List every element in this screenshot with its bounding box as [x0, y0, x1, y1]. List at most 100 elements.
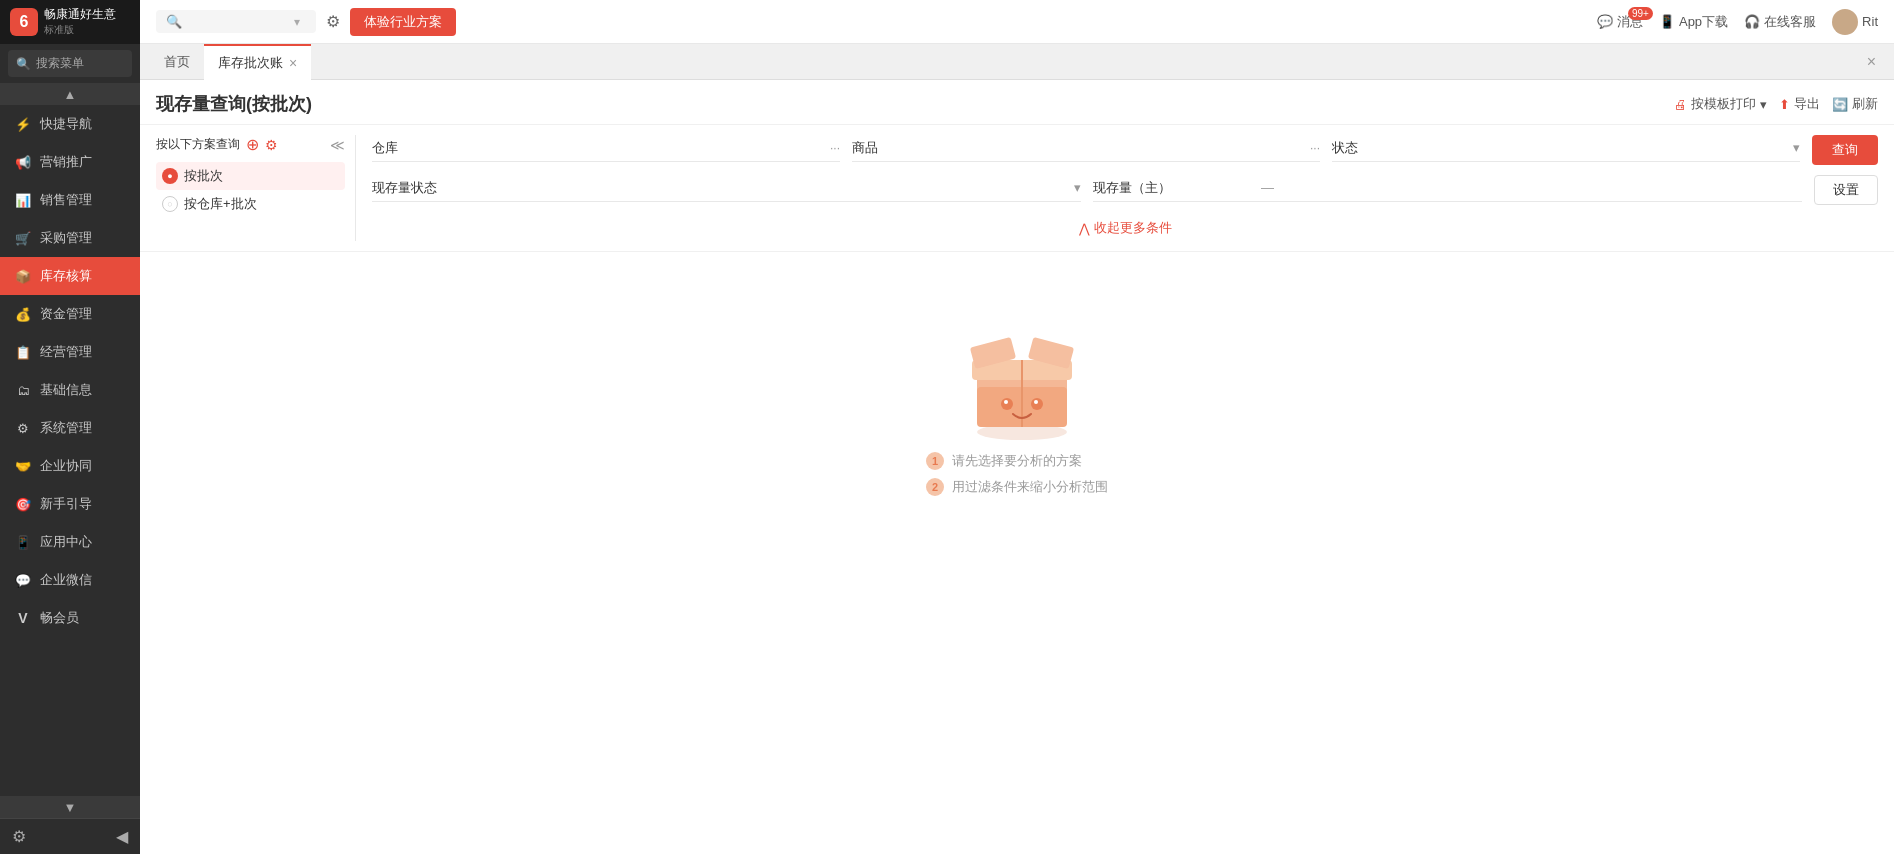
sidebar-item-label: 企业微信: [40, 571, 92, 589]
sidebar-item-label: 应用中心: [40, 533, 92, 551]
stock-amount-min[interactable]: [1177, 180, 1257, 195]
scroll-up-btn[interactable]: ▲: [0, 83, 140, 105]
user-area[interactable]: Rit: [1832, 9, 1878, 35]
sidebar-item-operations[interactable]: 📋 经营管理: [0, 333, 140, 371]
filter-add-btn[interactable]: ⊕: [246, 135, 259, 154]
settings-btn[interactable]: 设置: [1814, 175, 1878, 205]
topbar-search-area[interactable]: 🔍 ▾: [156, 10, 316, 33]
sidebar-item-basics[interactable]: 🗂 基础信息: [0, 371, 140, 409]
tabs-bar: 首页 库存批次账 × ×: [140, 44, 1894, 80]
topbar-actions: 💬 消息 99+ 📱 App下载 🎧 在线客服 Rit: [1597, 9, 1878, 35]
tab-close-btn[interactable]: ×: [289, 55, 297, 71]
empty-state: 1 请先选择要分析的方案 2 用过滤条件来缩小分析范围: [140, 252, 1894, 576]
collapse-label: 收起更多条件: [1094, 219, 1172, 237]
sidebar-item-label: 快捷导航: [40, 115, 92, 133]
service-icon: 🎧: [1744, 14, 1760, 29]
sidebar-item-label: 基础信息: [40, 381, 92, 399]
finance-icon: 💰: [14, 305, 32, 323]
tab-inventory-batch[interactable]: 库存批次账 ×: [204, 44, 311, 80]
sidebar-header: 6 畅康通好生意 标准版: [0, 0, 140, 44]
tab-inventory-batch-label: 库存批次账: [218, 54, 283, 72]
sidebar-item-system[interactable]: ⚙ 系统管理: [0, 409, 140, 447]
stock-status-label: 现存量状态: [372, 179, 437, 197]
filter-stock-status[interactable]: 现存量状态 ▾: [372, 179, 1081, 202]
avatar: [1832, 9, 1858, 35]
header-actions: 🖨 按模板打印 ▾ ⬆ 导出 🔄 刷新: [1674, 95, 1878, 113]
purchase-icon: 🛒: [14, 229, 32, 247]
marketing-icon: 📢: [14, 153, 32, 171]
filter-setting-btn[interactable]: ⚙: [265, 137, 278, 153]
sidebar-item-label: 库存核算: [40, 267, 92, 285]
query-btn[interactable]: 查询: [1812, 135, 1878, 165]
sidebar-item-inventory[interactable]: 📦 库存核算: [0, 257, 140, 295]
experience-btn[interactable]: 体验行业方案: [350, 8, 456, 36]
collapse-more-btn[interactable]: ⋀ 收起更多条件: [372, 215, 1878, 241]
sidebar-item-label: 系统管理: [40, 419, 92, 437]
sidebar-item-sales[interactable]: 📊 销售管理: [0, 181, 140, 219]
hint-2: 2 用过滤条件来缩小分析范围: [926, 478, 1108, 496]
filter-product: 商品 ···: [852, 139, 1320, 162]
product-input[interactable]: [884, 140, 1310, 155]
warehouse-more-btn[interactable]: ···: [830, 141, 840, 155]
footer-collapse-icon[interactable]: ◀: [116, 827, 128, 846]
edition-label: 标准版: [44, 23, 116, 37]
stock-amount-max[interactable]: [1278, 180, 1358, 195]
sidebar-item-enterprise[interactable]: 🤝 企业协同: [0, 447, 140, 485]
sidebar-search[interactable]: 🔍 搜索菜单: [8, 50, 132, 77]
sidebar: 6 畅康通好生意 标准版 🔍 搜索菜单 ▲ ⚡ 快捷导航 📢 营销推广 📊 销售…: [0, 0, 140, 854]
message-icon: 💬: [1597, 14, 1613, 29]
topbar-settings-icon[interactable]: ⚙: [326, 12, 340, 31]
hint-text-2: 用过滤条件来缩小分析范围: [952, 478, 1108, 496]
print-template-btn[interactable]: 🖨 按模板打印 ▾: [1674, 95, 1767, 113]
sidebar-item-label: 采购管理: [40, 229, 92, 247]
filter-row-1: 仓库 ··· 商品 ··· 状态 ▾ 查询: [372, 135, 1878, 165]
sidebar-item-purchase[interactable]: 🛒 采购管理: [0, 219, 140, 257]
filter-collapse-btn[interactable]: ≪: [330, 137, 345, 153]
sidebar-item-finance[interactable]: 💰 资金管理: [0, 295, 140, 333]
export-icon: ⬆: [1779, 97, 1790, 112]
topbar-search-icon: 🔍: [166, 14, 182, 29]
product-label: 商品: [852, 139, 878, 157]
tab-home-label: 首页: [164, 53, 190, 71]
messages-btn[interactable]: 💬 消息 99+: [1597, 13, 1643, 31]
print-dropdown-icon[interactable]: ▾: [1760, 97, 1767, 112]
sidebar-item-quick-nav[interactable]: ⚡ 快捷导航: [0, 105, 140, 143]
topbar-dropdown-icon[interactable]: ▾: [294, 15, 300, 29]
scheme-by-batch[interactable]: ● 按批次: [156, 162, 345, 190]
empty-illustration: [957, 332, 1077, 432]
tab-home[interactable]: 首页: [150, 44, 204, 80]
refresh-btn[interactable]: 🔄 刷新: [1832, 95, 1878, 113]
product-more-btn[interactable]: ···: [1310, 141, 1320, 155]
online-service-label: 在线客服: [1764, 13, 1816, 31]
online-service-btn[interactable]: 🎧 在线客服: [1744, 13, 1816, 31]
app-download-icon: 📱: [1659, 14, 1675, 29]
sidebar-item-guide[interactable]: 🎯 新手引导: [0, 485, 140, 523]
warehouse-input[interactable]: [404, 140, 830, 155]
status-arrow[interactable]: ▾: [1793, 140, 1800, 155]
sales-icon: 📊: [14, 191, 32, 209]
operations-icon: 📋: [14, 343, 32, 361]
page-header: 现存量查询(按批次) 🖨 按模板打印 ▾ ⬆ 导出 🔄 刷新: [140, 80, 1894, 125]
footer-settings-icon[interactable]: ⚙: [12, 827, 26, 846]
scheme-by-warehouse-batch[interactable]: ○ 按仓库+批次: [156, 190, 345, 218]
scheme-icon: ○: [162, 196, 178, 212]
sidebar-item-marketing[interactable]: 📢 营销推广: [0, 143, 140, 181]
inventory-icon: 📦: [14, 267, 32, 285]
app-download-btn[interactable]: 📱 App下载: [1659, 13, 1728, 31]
tabs-close-all-btn[interactable]: ×: [1859, 53, 1884, 71]
sidebar-item-member[interactable]: V 畅会员: [0, 599, 140, 637]
export-btn[interactable]: ⬆ 导出: [1779, 95, 1820, 113]
main-area: 🔍 ▾ ⚙ 体验行业方案 💬 消息 99+ 📱 App下载 🎧 在线客服 R: [140, 0, 1894, 854]
search-label: 搜索菜单: [36, 55, 84, 72]
hint-num-2: 2: [926, 478, 944, 496]
topbar-search-input[interactable]: [188, 15, 288, 29]
wechat-icon: 💬: [14, 571, 32, 589]
hint-num-1: 1: [926, 452, 944, 470]
sidebar-item-wechat[interactable]: 💬 企业微信: [0, 561, 140, 599]
quick-nav-icon: ⚡: [14, 115, 32, 133]
filter-status[interactable]: 状态 ▾: [1332, 139, 1800, 162]
range-separator: —: [1261, 180, 1274, 195]
scroll-down-btn[interactable]: ▼: [0, 796, 140, 818]
stock-status-arrow[interactable]: ▾: [1074, 180, 1081, 195]
sidebar-item-app-center[interactable]: 📱 应用中心: [0, 523, 140, 561]
